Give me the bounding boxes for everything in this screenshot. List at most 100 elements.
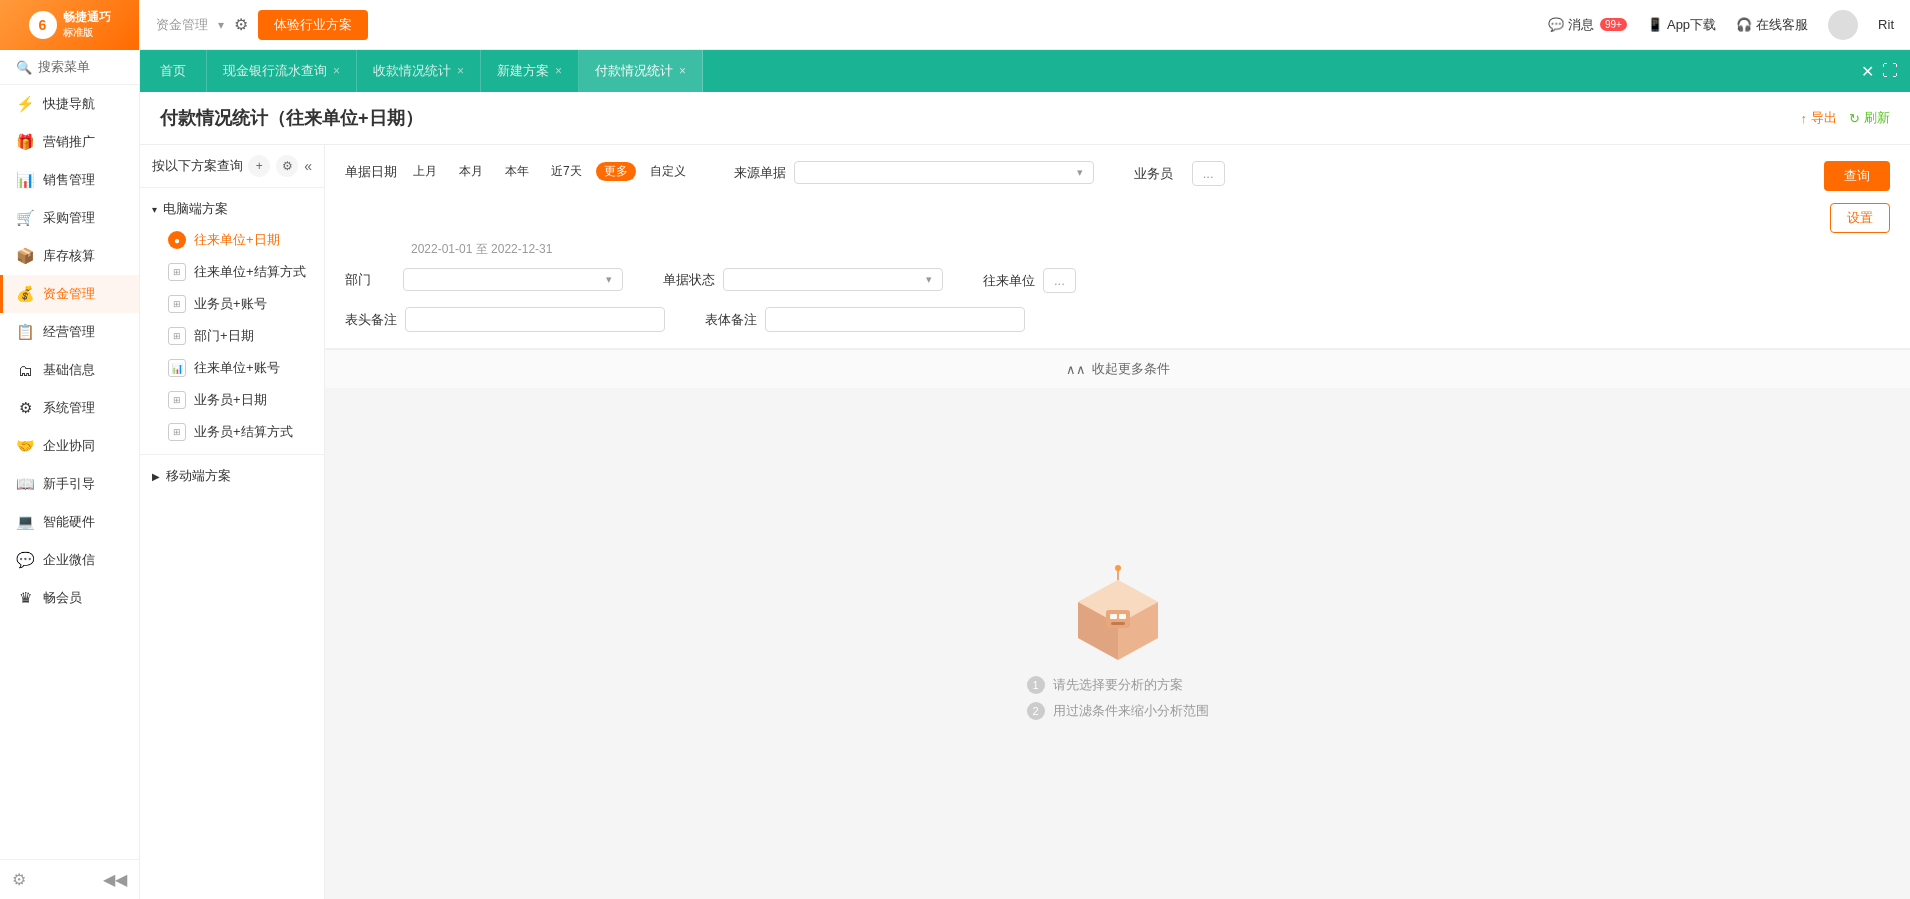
sidebar-item-guide[interactable]: 📖 新手引导 bbox=[0, 465, 139, 503]
message-badge: 99+ bbox=[1600, 18, 1627, 31]
header-remark-label: 表头备注 bbox=[345, 311, 397, 329]
tab-receipts[interactable]: 收款情况统计 × bbox=[357, 50, 481, 92]
voucher-status-select[interactable]: ▾ bbox=[723, 268, 943, 291]
search-menu[interactable]: 🔍 搜索菜单 bbox=[0, 50, 139, 85]
finance-icon: 💰 bbox=[15, 285, 35, 303]
inventory-icon: 📦 bbox=[15, 247, 35, 265]
sidebar-item-label: 采购管理 bbox=[43, 209, 95, 227]
empty-tip-2: 2 用过滤条件来缩小分析范围 bbox=[1027, 702, 1209, 720]
scheme-item-label: 业务员+日期 bbox=[194, 391, 267, 409]
header-remark-input[interactable] bbox=[405, 307, 665, 332]
tab-close-all-icon[interactable]: ✕ bbox=[1861, 62, 1874, 81]
sidebar-item-label: 企业微信 bbox=[43, 551, 95, 569]
tab-new-scheme-close-icon[interactable]: × bbox=[555, 64, 562, 78]
tab-payments[interactable]: 付款情况统计 × bbox=[579, 50, 703, 92]
tab-cashflow[interactable]: 现金银行流水查询 × bbox=[207, 50, 357, 92]
footer-collapse-icon[interactable]: ◀◀ bbox=[103, 870, 127, 889]
desktop-group-title[interactable]: ▾ 电脑端方案 bbox=[140, 194, 324, 224]
filter-settings-button[interactable]: 设置 bbox=[1830, 203, 1890, 233]
collapse-more-button[interactable]: ∧∧ 收起更多条件 bbox=[325, 349, 1910, 388]
system-icon: ⚙ bbox=[15, 399, 35, 417]
date-option-this-month[interactable]: 本月 bbox=[451, 161, 491, 182]
sidebar-item-inventory[interactable]: 📦 库存核算 bbox=[0, 237, 139, 275]
scheme-panel-header: 按以下方案查询 + ⚙ « bbox=[140, 145, 324, 188]
page-header: 付款情况统计（往来单位+日期） ↑ 导出 ↻ 刷新 bbox=[140, 92, 1910, 145]
scheme-item-unit-account[interactable]: 📊 往来单位+账号 bbox=[140, 352, 324, 384]
filter-section: 单据日期 上月 本月 本年 近7天 更多 自定义 来源单据 bbox=[325, 145, 1910, 349]
group-expand-icon: ▾ bbox=[152, 204, 157, 215]
operations-icon: 📋 bbox=[15, 323, 35, 341]
date-options: 上月 本月 本年 近7天 更多 自定义 bbox=[405, 161, 694, 182]
scheme-item-dept-date[interactable]: ⊞ 部门+日期 bbox=[140, 320, 324, 352]
sidebar-item-sales[interactable]: 📊 销售管理 bbox=[0, 161, 139, 199]
sidebar-item-finance[interactable]: 💰 资金管理 bbox=[0, 275, 139, 313]
scheme-item-unit-settle[interactable]: ⊞ 往来单位+结算方式 bbox=[140, 256, 324, 288]
logo-text-block: 畅捷通巧 标准版 bbox=[63, 10, 111, 40]
tab-receipts-close-icon[interactable]: × bbox=[457, 64, 464, 78]
sidebar-item-purchase[interactable]: 🛒 采购管理 bbox=[0, 199, 139, 237]
header-settings-icon[interactable]: ⚙ bbox=[234, 15, 248, 34]
guide-icon: 📖 bbox=[15, 475, 35, 493]
tab-home[interactable]: 首页 bbox=[140, 50, 207, 92]
dept-select[interactable]: ▾ bbox=[403, 268, 623, 291]
refresh-button[interactable]: ↻ 刷新 bbox=[1849, 109, 1890, 127]
scheme-item-staff-settle[interactable]: ⊞ 业务员+结算方式 bbox=[140, 416, 324, 448]
mobile-group-title[interactable]: ▶ 移动端方案 bbox=[140, 461, 324, 491]
breadcrumb: 资金管理 bbox=[156, 16, 208, 34]
tab-new-scheme[interactable]: 新建方案 × bbox=[481, 50, 579, 92]
date-option-7days[interactable]: 近7天 bbox=[543, 161, 590, 182]
sidebar-item-basicinfo[interactable]: 🗂 基础信息 bbox=[0, 351, 139, 389]
sidebar: 6 畅捷通巧 标准版 🔍 搜索菜单 ⚡ 快捷导航 🎁 营销推广 📊 销售管理 🛒… bbox=[0, 0, 140, 899]
scheme-item-staff-account[interactable]: ⊞ 业务员+账号 bbox=[140, 288, 324, 320]
tab-cashflow-close-icon[interactable]: × bbox=[333, 64, 340, 78]
empty-illustration bbox=[1058, 560, 1178, 660]
sidebar-item-hardware[interactable]: 💻 智能硬件 bbox=[0, 503, 139, 541]
staff-input[interactable]: ... bbox=[1192, 161, 1225, 186]
source-select[interactable]: ▾ bbox=[794, 161, 1094, 184]
user-avatar[interactable] bbox=[1828, 10, 1858, 40]
top-header: 资金管理 ▾ ⚙ 体验行业方案 💬 消息 99+ 📱 App下载 🎧 在线客服 … bbox=[140, 0, 1910, 50]
sidebar-item-system[interactable]: ⚙ 系统管理 bbox=[0, 389, 139, 427]
refresh-label: 刷新 bbox=[1864, 109, 1890, 127]
trial-button[interactable]: 体验行业方案 bbox=[258, 10, 368, 40]
mobile-scheme-group: ▶ 移动端方案 bbox=[140, 454, 324, 497]
footer-settings-icon[interactable]: ⚙ bbox=[12, 870, 26, 889]
status-dropdown-icon: ▾ bbox=[926, 273, 932, 286]
empty-area: 1 请先选择要分析的方案 2 用过滤条件来缩小分析范围 bbox=[325, 388, 1910, 899]
sidebar-item-marketing[interactable]: 🎁 营销推广 bbox=[0, 123, 139, 161]
sidebar-item-vip[interactable]: ♛ 畅会员 bbox=[0, 579, 139, 617]
staff-label: 业务员 bbox=[1134, 165, 1184, 183]
date-option-this-year[interactable]: 本年 bbox=[497, 161, 537, 182]
source-dropdown-icon: ▾ bbox=[1077, 166, 1083, 179]
sidebar-item-collab[interactable]: 🤝 企业协同 bbox=[0, 427, 139, 465]
sidebar-item-operations[interactable]: 📋 经营管理 bbox=[0, 313, 139, 351]
date-option-more[interactable]: 更多 bbox=[596, 162, 636, 181]
tab-expand-icon[interactable]: ⛶ bbox=[1882, 62, 1898, 80]
sidebar-item-wechat[interactable]: 💬 企业微信 bbox=[0, 541, 139, 579]
scheme-table-icon: ⊞ bbox=[168, 423, 186, 441]
user-name[interactable]: Rit bbox=[1878, 17, 1894, 32]
scheme-item-staff-date[interactable]: ⊞ 业务员+日期 bbox=[140, 384, 324, 416]
body-remark-input[interactable] bbox=[765, 307, 1025, 332]
tab-payments-close-icon[interactable]: × bbox=[679, 64, 686, 78]
svg-rect-4 bbox=[1106, 610, 1130, 628]
breadcrumb-dropdown-icon[interactable]: ▾ bbox=[218, 18, 224, 32]
message-button[interactable]: 💬 消息 99+ bbox=[1548, 16, 1627, 34]
query-button[interactable]: 查询 bbox=[1824, 161, 1890, 191]
app-download-button[interactable]: 📱 App下载 bbox=[1647, 16, 1716, 34]
export-button[interactable]: ↑ 导出 bbox=[1801, 109, 1838, 127]
sidebar-item-quick-nav[interactable]: ⚡ 快捷导航 bbox=[0, 85, 139, 123]
date-option-last-month[interactable]: 上月 bbox=[405, 161, 445, 182]
service-button[interactable]: 🎧 在线客服 bbox=[1736, 16, 1808, 34]
mobile-group-label: 移动端方案 bbox=[166, 467, 231, 485]
basicinfo-icon: 🗂 bbox=[15, 362, 35, 379]
date-option-custom[interactable]: 自定义 bbox=[642, 161, 694, 182]
active-scheme-icon: ● bbox=[168, 231, 186, 249]
scheme-settings-button[interactable]: ⚙ bbox=[276, 155, 298, 177]
svg-point-9 bbox=[1115, 565, 1121, 571]
scheme-collapse-button[interactable]: « bbox=[304, 158, 312, 174]
partner-input[interactable]: ... bbox=[1043, 268, 1076, 293]
add-scheme-button[interactable]: + bbox=[248, 155, 270, 177]
logo-sub: 标准版 bbox=[63, 26, 111, 40]
scheme-item-unit-date[interactable]: ● 往来单位+日期 bbox=[140, 224, 324, 256]
